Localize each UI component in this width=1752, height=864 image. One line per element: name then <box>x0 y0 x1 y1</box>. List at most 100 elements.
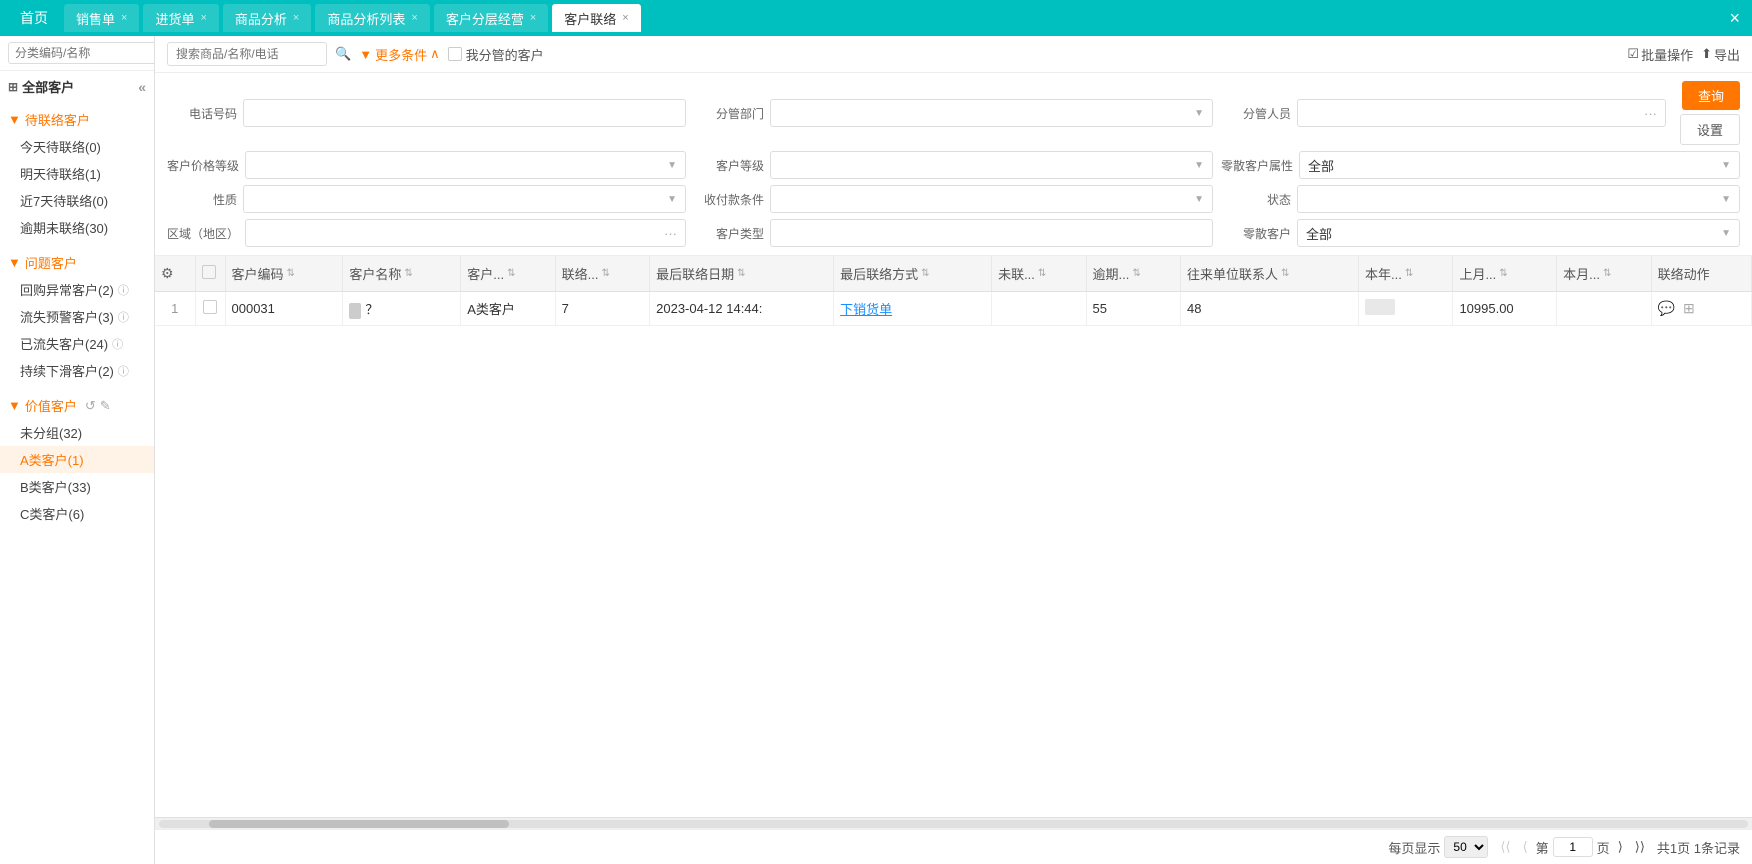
col-header-overdue[interactable]: 逾期... ⇅ <box>1086 256 1180 292</box>
close-purchase-tab[interactable]: × <box>200 12 206 24</box>
filter-caret: ∧ <box>430 46 440 62</box>
col-header-contact-person[interactable]: 往来单位联系人 ⇅ <box>1180 256 1358 292</box>
filter-nature-select[interactable]: ▼ <box>243 185 686 213</box>
col-header-check[interactable] <box>195 256 225 292</box>
checkbox-icon[interactable] <box>448 47 462 61</box>
scroll-thumb[interactable] <box>209 820 509 828</box>
filter-scatter-attr-select[interactable]: 全部 ▼ <box>1299 151 1740 179</box>
filter-region-label: 区域（地区） <box>167 225 239 242</box>
col-header-uncontacted[interactable]: 未联... ⇅ <box>992 256 1086 292</box>
more-action-icon[interactable]: ⊞ <box>1683 300 1695 317</box>
col-header-last-method[interactable]: 最后联络方式 ⇅ <box>834 256 992 292</box>
col-header-this-month[interactable]: 本月... ⇅ <box>1557 256 1651 292</box>
filter-label: 更多条件 <box>375 45 427 64</box>
nav-tab-product-list[interactable]: 商品分析列表 × <box>315 4 429 32</box>
nav-tab-customer-contact[interactable]: 客户联络 × <box>552 4 640 32</box>
first-page-btn[interactable]: ⟨⟨ <box>1496 837 1514 857</box>
filter-person-select[interactable]: ··· <box>1297 99 1666 127</box>
close-sales-tab[interactable]: × <box>121 12 127 24</box>
filter-more-btn[interactable]: ▼ 更多条件 ∧ <box>359 45 439 64</box>
close-product-list-tab[interactable]: × <box>411 12 417 24</box>
edit-icon-value[interactable]: ✎ <box>100 398 111 414</box>
sidebar-item-today[interactable]: 今天待联络(0) <box>0 133 154 160</box>
filter-region: 区域（地区） ··· <box>167 219 686 247</box>
sort-icon-this-year: ⇅ <box>1405 268 1413 279</box>
table-row: 1 000031 ？ A类客户 7 2023-04-12 14:44: <box>155 292 1752 326</box>
contact-action-icon[interactable]: 💬 <box>1658 300 1675 317</box>
sidebar-item-repurchase[interactable]: 回购异常客户(2) ⓘ <box>0 276 154 303</box>
refresh-icon[interactable]: ↺ <box>85 398 96 414</box>
prev-page-btn[interactable]: ⟨ <box>1519 837 1532 857</box>
horizontal-scrollbar[interactable] <box>155 817 1752 829</box>
info-icon-repurchase: ⓘ <box>118 282 129 298</box>
filter-region-select[interactable]: ··· <box>245 219 686 247</box>
filter-customer-type: 客户类型 <box>694 219 1213 247</box>
col-header-name[interactable]: 客户名称 ⇅ <box>343 256 461 292</box>
filter-customer-level-select[interactable]: ▼ <box>770 151 1213 179</box>
sidebar-item-class-a[interactable]: A类客户(1) <box>0 446 154 473</box>
last-page-btn[interactable]: ⟩⟩ <box>1631 837 1649 857</box>
sidebar-item-class-c[interactable]: C类客户(6) <box>0 500 154 527</box>
row-check[interactable] <box>195 292 225 326</box>
filter-price-level: 客户价格等级 ▼ <box>167 151 686 179</box>
last-method-link[interactable]: 下销货单 <box>840 302 892 317</box>
row-checkbox[interactable] <box>203 300 217 314</box>
col-header-settings[interactable]: ⚙ <box>155 256 195 292</box>
sidebar-item-unclassified[interactable]: 未分组(32) <box>0 419 154 446</box>
batch-operation-btn[interactable]: ☑ 批量操作 <box>1627 45 1693 64</box>
sidebar-section-title-pending[interactable]: ▼ 待联络客户 <box>0 106 154 133</box>
sidebar-collapse-btn[interactable]: « <box>138 79 146 95</box>
sidebar-search-area: 🔍 <box>0 36 154 71</box>
sidebar-item-churn-warning[interactable]: 流失预警客户(3) ⓘ <box>0 303 154 330</box>
row-last-method[interactable]: 下销货单 <box>834 292 992 326</box>
all-customers-label[interactable]: 全部客户 <box>22 77 74 96</box>
filter-dept-select[interactable]: ▼ <box>770 99 1213 127</box>
sidebar-item-overdue[interactable]: 逾期未联络(30) <box>0 214 154 241</box>
sidebar-section-title-problem[interactable]: ▼ 问题客户 <box>0 249 154 276</box>
sidebar-item-declining[interactable]: 持续下滑客户(2) ⓘ <box>0 357 154 384</box>
sidebar-section-title-value[interactable]: ▼ 价值客户 ↺ ✎ <box>0 392 154 419</box>
next-page-btn[interactable]: ⟩ <box>1614 837 1627 857</box>
search-input[interactable] <box>167 42 327 66</box>
col-header-contact-count[interactable]: 联络... ⇅ <box>555 256 649 292</box>
filter-phone-input[interactable] <box>243 99 686 127</box>
sidebar-item-tomorrow[interactable]: 明天待联络(1) <box>0 160 154 187</box>
nav-tab-customer-tier[interactable]: 客户分层经营 × <box>434 4 548 32</box>
sidebar-item-class-b[interactable]: B类客户(33) <box>0 473 154 500</box>
nav-tab-product-analysis[interactable]: 商品分析 × <box>223 4 311 32</box>
col-header-customer-type[interactable]: 客户... ⇅ <box>461 256 555 292</box>
nav-tab-sales[interactable]: 销售单 × <box>64 4 139 32</box>
query-button[interactable]: 查询 <box>1682 81 1740 110</box>
close-product-analysis-tab[interactable]: × <box>293 12 299 24</box>
scroll-track[interactable] <box>159 820 1748 828</box>
close-customer-tier-tab[interactable]: × <box>530 12 536 24</box>
filter-person: 分管人员 ··· 查询 设置 <box>1221 81 1740 145</box>
export-btn[interactable]: ⬆ 导出 <box>1701 45 1740 64</box>
filter-scatter-attr: 零散客户属性 全部 ▼ <box>1221 151 1740 179</box>
filter-price-select[interactable]: ▼ <box>245 151 686 179</box>
close-customer-contact-tab[interactable]: × <box>622 12 628 24</box>
page-input[interactable] <box>1553 837 1593 857</box>
sidebar-search-input[interactable] <box>8 42 155 64</box>
col-header-this-year[interactable]: 本年... ⇅ <box>1358 256 1452 292</box>
nav-home[interactable]: 首页 <box>8 8 60 28</box>
nav-tab-purchase[interactable]: 进货单 × <box>143 4 218 32</box>
filter-customer-type-value[interactable] <box>770 219 1213 247</box>
filter-scatter-select[interactable]: 全部 ▼ <box>1297 219 1740 247</box>
filter-payment-select[interactable]: ▼ <box>770 185 1213 213</box>
col-header-code[interactable]: 客户编码 ⇅ <box>225 256 343 292</box>
settings-button[interactable]: 设置 <box>1680 114 1740 145</box>
window-close-button[interactable]: × <box>1725 8 1744 29</box>
toolbar-search-icon[interactable]: 🔍 <box>335 46 351 62</box>
settings-gear-icon[interactable]: ⚙ <box>161 265 174 281</box>
filter-status-select[interactable]: ▼ <box>1297 185 1740 213</box>
col-header-last-date[interactable]: 最后联络日期 ⇅ <box>650 256 834 292</box>
sidebar-item-churned[interactable]: 已流失客户(24) ⓘ <box>0 330 154 357</box>
header-checkbox[interactable] <box>202 265 216 279</box>
sidebar-item-week[interactable]: 近7天待联络(0) <box>0 187 154 214</box>
total-records: 共1页 1条记录 <box>1657 838 1740 857</box>
arrow-icon-pending: ▼ <box>8 112 21 127</box>
col-header-last-month[interactable]: 上月... ⇅ <box>1453 256 1557 292</box>
per-page-select[interactable]: 50 <box>1444 836 1488 858</box>
my-customers-checkbox[interactable]: 我分管的客户 <box>448 45 544 64</box>
